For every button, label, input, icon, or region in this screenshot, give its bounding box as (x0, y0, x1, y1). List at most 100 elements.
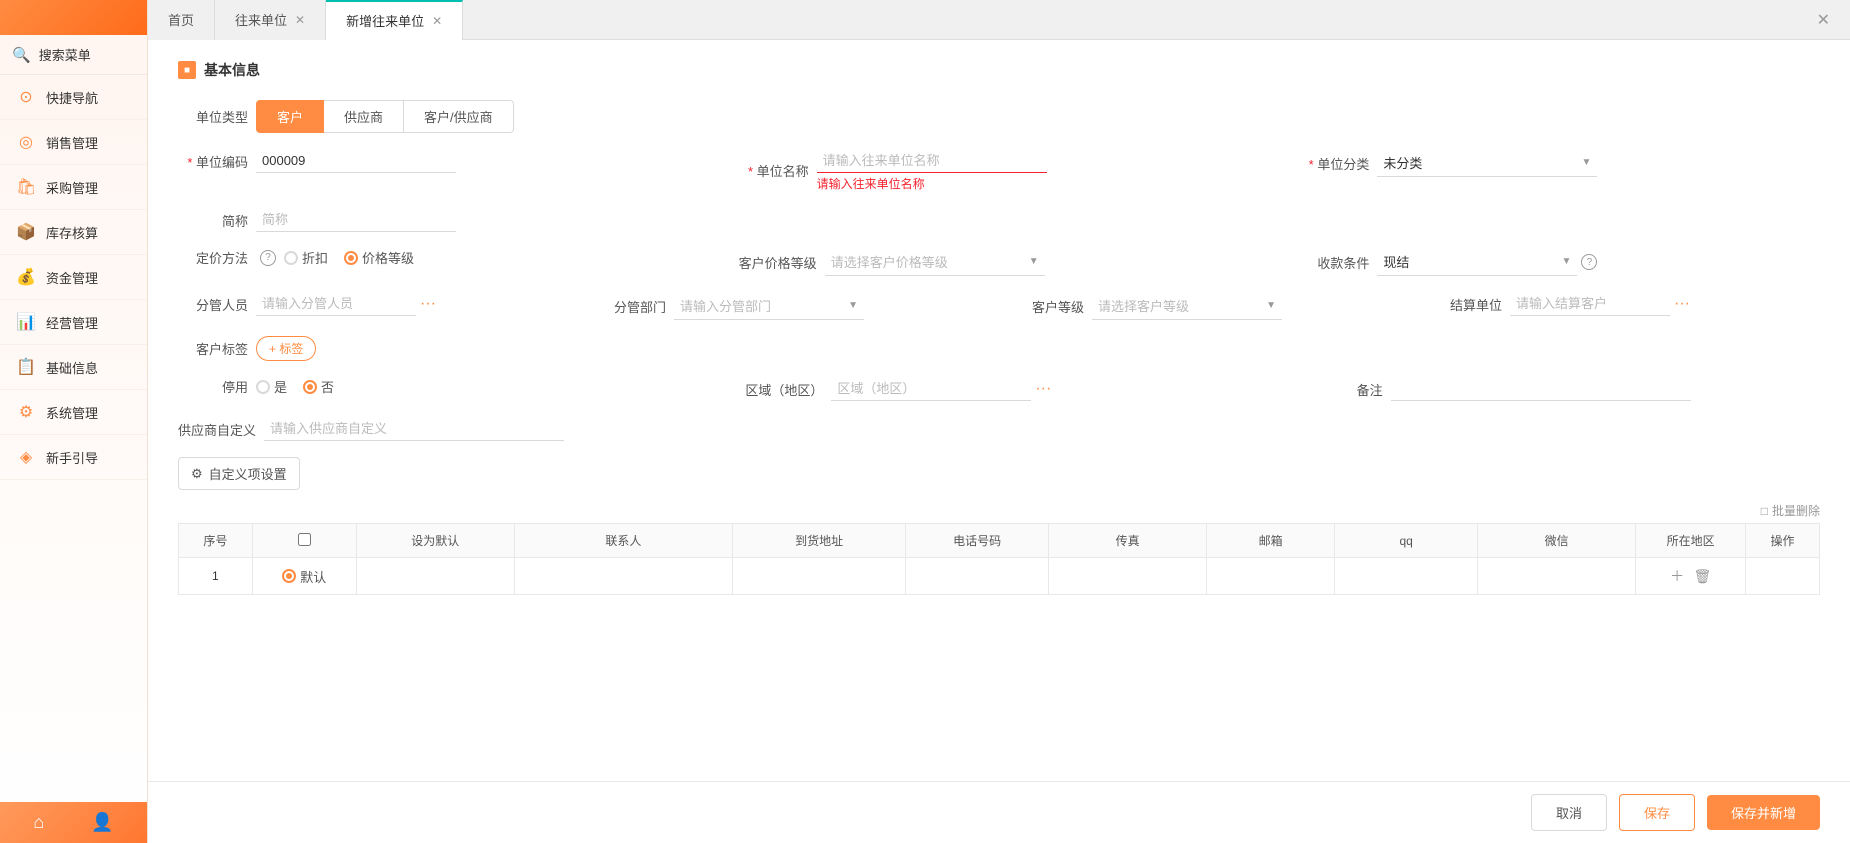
add-tag-button[interactable]: + 标签 (256, 336, 316, 361)
contact-input[interactable] (395, 569, 475, 584)
sidebar-item-basic[interactable]: 📋 基础信息 (0, 345, 147, 390)
basic-icon: 📋 (16, 357, 36, 377)
disabled-yes-option[interactable]: 是 (256, 377, 287, 396)
location-cell (1478, 558, 1636, 595)
pricing-field: 定价方法 ? 折扣 价格等级 (178, 248, 699, 267)
settlement-input[interactable] (1510, 292, 1670, 316)
default-radio-item[interactable]: 默认 (282, 567, 326, 586)
manager-input[interactable] (256, 292, 416, 316)
region-input[interactable] (831, 377, 1031, 401)
pricing-help-icon[interactable]: ? (260, 250, 276, 266)
sidebar-item-purchase[interactable]: 🛍 采购管理 (0, 165, 147, 210)
table-header-8: 微信 (1478, 524, 1636, 558)
department-select[interactable]: 请输入分管部门 ▼ (674, 292, 864, 320)
manager-label: 分管人员 (178, 295, 248, 314)
customer-level-select[interactable]: 请选择客户等级 ▼ (1092, 292, 1282, 320)
manager-more-icon[interactable]: ··· (420, 295, 436, 313)
select-all-checkbox[interactable] (298, 533, 311, 546)
bottom-bar: 取消 保存 保存并新增 (148, 781, 1850, 843)
settlement-more-icon[interactable]: ··· (1674, 295, 1690, 313)
wechat-cell (1335, 558, 1478, 595)
sidebar-item-label-quick-nav: 快捷导航 (46, 88, 98, 107)
short-name-input[interactable] (256, 208, 456, 232)
sidebar-item-sales[interactable]: ◎ 销售管理 (0, 120, 147, 165)
customer-level-label: 客户等级 (1014, 297, 1084, 316)
table-header-6: 邮箱 (1207, 524, 1335, 558)
table-row: 1 默认 (179, 558, 1820, 595)
sidebar-item-operations[interactable]: 📊 经营管理 (0, 300, 147, 345)
table-header-3: 到货地址 (733, 524, 906, 558)
close-all-tabs-button[interactable]: ✕ (1807, 10, 1840, 30)
table-header: 序号设为默认联系人到货地址电话号码传真邮箱qq微信所在地区操作 (179, 524, 1820, 558)
batch-delete-row[interactable]: □ 批量删除 (178, 502, 1820, 519)
inventory-icon: 📦 (16, 222, 36, 242)
unit-category-select[interactable]: 未分类 ▼ (1377, 149, 1597, 177)
sidebar-item-system[interactable]: ⚙ 系统管理 (0, 390, 147, 435)
save-add-button[interactable]: 保存并新增 (1707, 795, 1820, 830)
unit-code-input[interactable] (256, 149, 456, 173)
tab-close-new-contact[interactable]: ✕ (432, 14, 442, 28)
sidebar-search[interactable]: 🔍 搜索菜单 (0, 35, 147, 75)
table-header-10: 操作 (1746, 524, 1820, 558)
delete-row-button[interactable]: 🗑 (1693, 568, 1711, 584)
pricing-discount-option[interactable]: 折扣 (284, 248, 328, 267)
payment-terms-field: 收款条件 现结 ▼ ? (1299, 248, 1820, 276)
custom-settings-container: ⚙ 自定义项设置 (178, 457, 1820, 490)
location-input[interactable] (1517, 569, 1597, 584)
department-label: 分管部门 (596, 297, 666, 316)
unit-type-btn-customer[interactable]: 客户 (256, 100, 324, 133)
tab-close-contacts[interactable]: ✕ (295, 13, 305, 27)
custom-settings-button[interactable]: ⚙ 自定义项设置 (178, 457, 300, 490)
unit-type-row: 单位类型 客户供应商客户/供应商 (178, 100, 1820, 133)
tab-contacts[interactable]: 往来单位✕ (215, 0, 326, 40)
address-input[interactable] (563, 569, 683, 584)
phone-input[interactable] (774, 569, 864, 584)
customer-price-level-select[interactable]: 请选择客户价格等级 ▼ (825, 248, 1045, 276)
sidebar-home-icon[interactable]: ⌂ (33, 812, 44, 833)
add-row-button[interactable]: ＋ (1670, 568, 1684, 584)
qq-cell (1207, 558, 1335, 595)
sidebar-item-label-system: 系统管理 (46, 403, 98, 422)
supplier-custom-input[interactable] (264, 417, 564, 441)
region-more-icon[interactable]: ··· (1035, 380, 1051, 398)
content-area: ■ 基本信息 单位类型 客户供应商客户/供应商 单位编码 单位名称 请输入往来单… (148, 40, 1850, 781)
disabled-yes-label: 是 (274, 377, 287, 396)
sidebar-item-quick-nav[interactable]: ⊙ 快捷导航 (0, 75, 147, 120)
qq-input[interactable] (1241, 569, 1301, 584)
remark-input[interactable] (1391, 377, 1691, 401)
unit-type-btn-group: 客户供应商客户/供应商 (256, 100, 514, 133)
sidebar-item-finance[interactable]: 💰 资金管理 (0, 255, 147, 300)
department-placeholder: 请输入分管部门 (680, 296, 844, 315)
payment-terms-select[interactable]: 现结 ▼ (1377, 248, 1577, 276)
chevron-down-icon: ▼ (1581, 157, 1591, 168)
cancel-button[interactable]: 取消 (1531, 794, 1607, 831)
unit-type-label: 单位类型 (178, 107, 248, 126)
seq-cell: 1 (179, 558, 253, 595)
tab-new-contact[interactable]: 新增往来单位✕ (326, 0, 463, 40)
sidebar-item-guide[interactable]: ◈ 新手引导 (0, 435, 147, 480)
disabled-no-option[interactable]: 否 (303, 377, 334, 396)
pricing-discount-radio (284, 251, 298, 265)
save-button[interactable]: 保存 (1619, 794, 1695, 831)
unit-type-btn-both[interactable]: 客户/供应商 (404, 100, 514, 133)
tab-home[interactable]: 首页 (148, 0, 215, 40)
payment-help-icon[interactable]: ? (1581, 254, 1597, 270)
pricing-level-option[interactable]: 价格等级 (344, 248, 414, 267)
unit-name-label: 单位名称 (739, 161, 809, 180)
purchase-icon: 🛍 (16, 177, 36, 197)
pricing-label: 定价方法 (178, 248, 248, 267)
unit-category-value: 未分类 (1383, 153, 1577, 172)
unit-name-input[interactable] (817, 149, 1047, 173)
email-input[interactable] (1088, 569, 1168, 584)
pricing-level-label: 价格等级 (362, 248, 414, 267)
fax-input[interactable] (942, 569, 1012, 584)
manager-row: 分管人员 ··· 分管部门 请输入分管部门 ▼ 客户等级 请选择客户等级 ▼ 结… (178, 292, 1820, 320)
unit-type-btn-supplier[interactable]: 供应商 (324, 100, 404, 133)
sidebar-item-inventory[interactable]: 📦 库存核算 (0, 210, 147, 255)
sidebar-item-label-finance: 资金管理 (46, 268, 98, 287)
disabled-field: 停用 是 否 (178, 377, 685, 396)
wechat-input[interactable] (1371, 569, 1441, 584)
sidebar-user-icon[interactable]: 👤 (91, 812, 113, 833)
table-header-checkbox[interactable] (252, 524, 356, 558)
pricing-radio-group: 折扣 价格等级 (284, 248, 414, 267)
